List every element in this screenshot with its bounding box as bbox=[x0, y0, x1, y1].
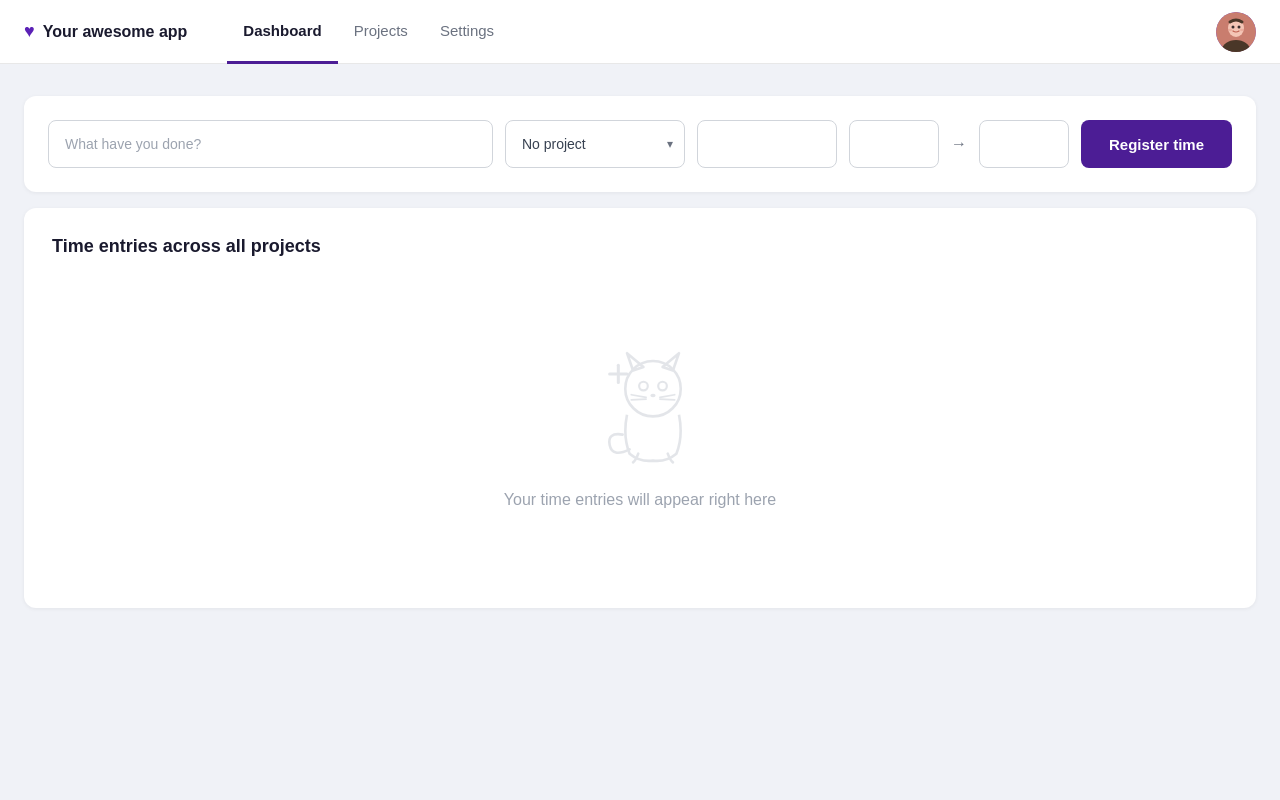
time-entry-card: No project ▾ 2022-12-22 08:42 → 09:42 Re… bbox=[24, 96, 1256, 192]
time-entries-card: Time entries across all projects bbox=[24, 208, 1256, 608]
nav-link-dashboard[interactable]: Dashboard bbox=[227, 0, 337, 64]
empty-state-text: Your time entries will appear right here bbox=[504, 491, 776, 509]
nav-links: Dashboard Projects Settings bbox=[227, 0, 1216, 64]
entries-title: Time entries across all projects bbox=[52, 236, 1228, 257]
date-input[interactable]: 2022-12-22 bbox=[697, 120, 837, 168]
project-select[interactable]: No project bbox=[505, 120, 685, 168]
nav-link-projects[interactable]: Projects bbox=[338, 0, 424, 64]
avatar[interactable] bbox=[1216, 12, 1256, 52]
svg-point-12 bbox=[639, 381, 648, 390]
svg-point-13 bbox=[658, 381, 667, 390]
empty-cat-icon bbox=[570, 341, 710, 471]
svg-point-6 bbox=[1240, 28, 1244, 30]
main-content: No project ▾ 2022-12-22 08:42 → 09:42 Re… bbox=[0, 64, 1280, 640]
nav-link-settings[interactable]: Settings bbox=[424, 0, 510, 64]
project-select-wrapper: No project ▾ bbox=[505, 120, 685, 168]
svg-point-4 bbox=[1238, 25, 1241, 28]
svg-point-5 bbox=[1228, 28, 1232, 30]
svg-line-18 bbox=[660, 399, 675, 400]
navbar: ♥ Your awesome app Dashboard Projects Se… bbox=[0, 0, 1280, 64]
heart-icon: ♥ bbox=[24, 21, 35, 42]
avatar-image bbox=[1216, 12, 1256, 52]
brand-name: Your awesome app bbox=[43, 23, 188, 41]
description-input[interactable] bbox=[48, 120, 493, 168]
time-entry-form: No project ▾ 2022-12-22 08:42 → 09:42 Re… bbox=[48, 120, 1232, 168]
empty-state: Your time entries will appear right here bbox=[52, 289, 1228, 580]
svg-line-15 bbox=[631, 394, 646, 397]
svg-line-17 bbox=[660, 394, 675, 397]
start-time-input[interactable]: 08:42 bbox=[849, 120, 939, 168]
brand-link[interactable]: ♥ Your awesome app bbox=[24, 21, 187, 42]
svg-line-16 bbox=[631, 399, 646, 400]
svg-point-3 bbox=[1232, 25, 1235, 28]
end-time-input[interactable]: 09:42 bbox=[979, 120, 1069, 168]
arrow-icon: → bbox=[951, 135, 967, 153]
svg-point-14 bbox=[650, 393, 655, 396]
register-time-button[interactable]: Register time bbox=[1081, 120, 1232, 168]
